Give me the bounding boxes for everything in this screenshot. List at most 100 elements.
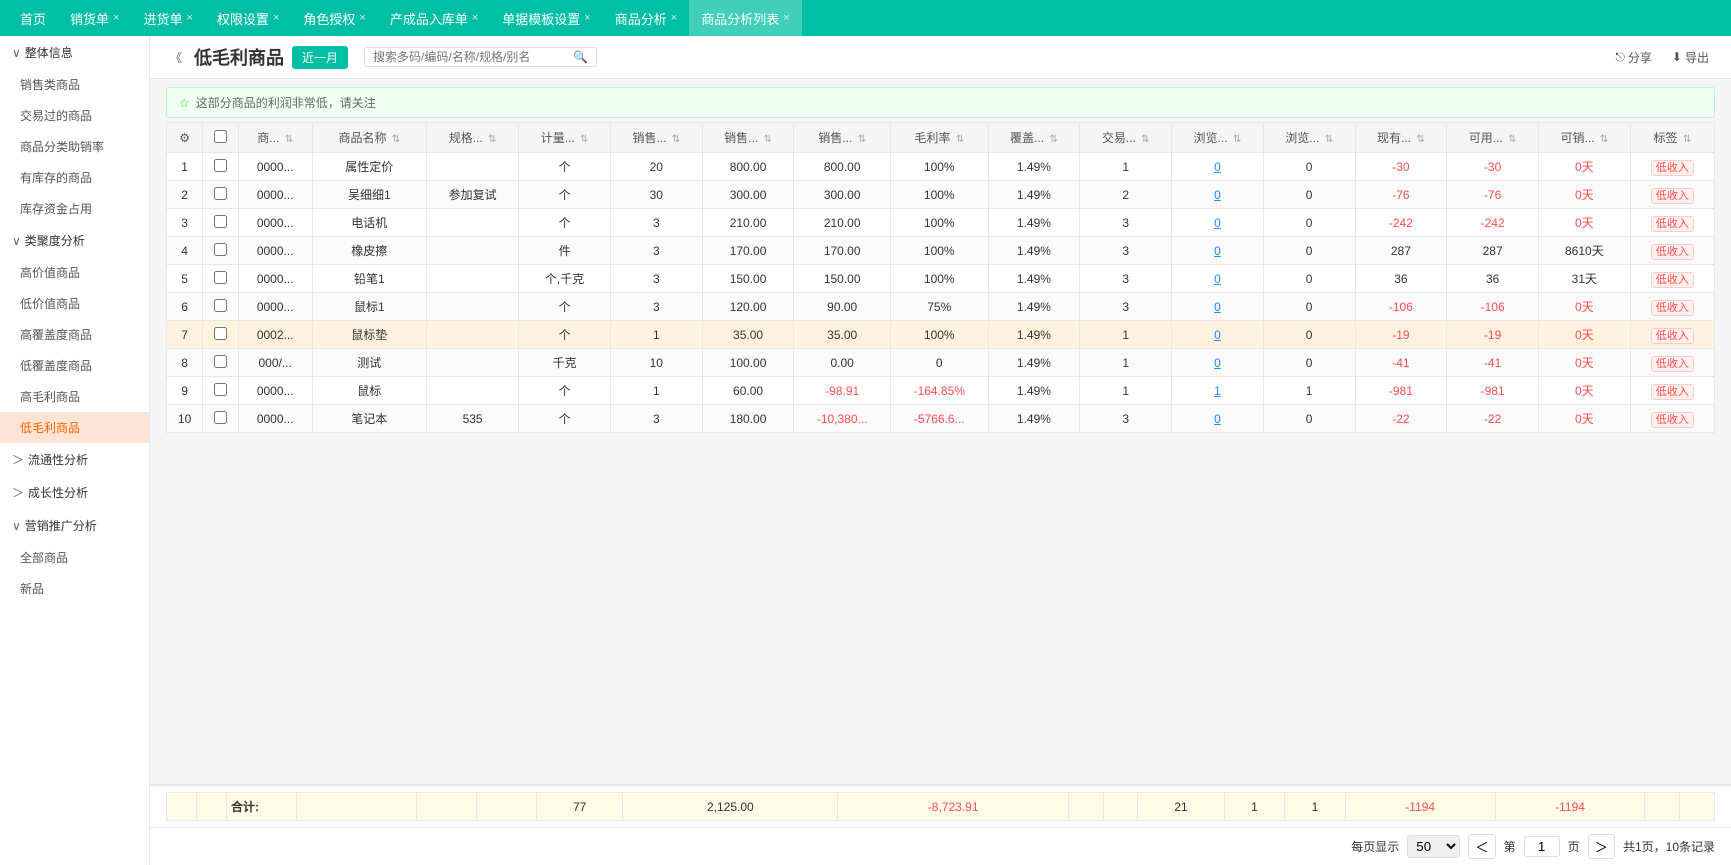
sidebar-item-low-value[interactable]: 低价值商品 [0,288,149,319]
nav-sales-order[interactable]: 销货单 × [58,0,131,36]
nav-template-settings[interactable]: 单据模板设置 × [490,0,602,36]
row-views1[interactable]: 0 [1172,265,1264,293]
search-icon[interactable]: 🔍 [573,50,588,64]
per-page-select[interactable]: 50 100 [1407,835,1460,858]
sidebar-item-low-coverage[interactable]: 低覆盖度商品 [0,350,149,381]
row-select-checkbox[interactable] [214,215,227,228]
col-checkbox-all[interactable] [203,123,239,153]
nav-close-product-analysis[interactable]: × [671,12,677,24]
sidebar-item-new-products[interactable]: 新品 [0,573,149,604]
col-name[interactable]: 商品名称 ⇅ [312,123,426,153]
sidebar-item-traded-products[interactable]: 交易过的商品 [0,100,149,131]
row-views1[interactable]: 0 [1172,153,1264,181]
row-select-checkbox[interactable] [214,355,227,368]
nav-close-template-settings[interactable]: × [584,12,590,24]
row-views1[interactable]: 1 [1172,377,1264,405]
nav-permissions[interactable]: 权限设置 × [205,0,291,36]
row-views1[interactable]: 0 [1172,321,1264,349]
row-select-checkbox[interactable] [214,243,227,256]
filter-recent-month-btn[interactable]: 近一月 [292,46,348,69]
row-checkbox[interactable] [203,321,239,349]
col-spec[interactable]: 规格... ⇅ [427,123,519,153]
sidebar-item-stock-products[interactable]: 有库存的商品 [0,162,149,193]
share-btn[interactable]: ⎋ 分享 [1609,46,1658,69]
sidebar-item-sales-products[interactable]: 销售类商品 [0,69,149,100]
select-all-checkbox[interactable] [214,130,227,143]
sidebar-item-high-margin[interactable]: 高毛利商品 [0,381,149,412]
total-available-stock: -1194 [1495,793,1645,821]
nav-product-analysis[interactable]: 商品分析 × [603,0,689,36]
nav-analysis-list[interactable]: 商品分析列表 × [689,0,801,36]
sidebar-group-growth[interactable]: ＞ 成长性分析 [0,476,149,509]
row-views1[interactable]: 0 [1172,181,1264,209]
row-trade: 1 [1080,377,1172,405]
row-select-checkbox[interactable] [214,383,227,396]
row-checkbox[interactable] [203,153,239,181]
nav-purchase-order[interactable]: 进货单 × [131,0,204,36]
nav-close-role-auth[interactable]: × [359,12,365,24]
row-select-checkbox[interactable] [214,159,227,172]
nav-close-product-inbound[interactable]: × [472,12,478,24]
export-btn[interactable]: ⬇ 导出 [1666,46,1715,69]
col-current-stock[interactable]: 现有... ⇅ [1355,123,1447,153]
col-available-stock[interactable]: 可用... ⇅ [1447,123,1539,153]
sidebar-group-overall[interactable]: ∨ 整体信息 [0,36,149,69]
row-checkbox[interactable] [203,405,239,433]
sidebar-item-stock-funds[interactable]: 库存资金占用 [0,193,149,224]
nav-home[interactable]: 首页 [8,0,58,36]
prev-page-btn[interactable]: ＜ [1468,834,1495,859]
nav-close-purchase-order[interactable]: × [186,12,192,24]
row-views1[interactable]: 0 [1172,293,1264,321]
row-select-checkbox[interactable] [214,299,227,312]
row-select-checkbox[interactable] [214,271,227,284]
search-input[interactable] [373,50,573,64]
row-views1[interactable]: 0 [1172,209,1264,237]
col-sales-profit[interactable]: 销售... ⇅ [794,123,891,153]
row-checkbox[interactable] [203,181,239,209]
row-checkbox[interactable] [203,349,239,377]
row-views1[interactable]: 0 [1172,237,1264,265]
row-checkbox[interactable] [203,293,239,321]
col-views1[interactable]: 浏览... ⇅ [1172,123,1264,153]
nav-close-permissions[interactable]: × [273,12,279,24]
row-select-checkbox[interactable] [214,327,227,340]
nav-product-inbound[interactable]: 产成品入库单 × [378,0,490,36]
col-unit[interactable]: 计量... ⇅ [519,123,611,153]
row-views1[interactable]: 0 [1172,405,1264,433]
col-settings[interactable]: ⚙ [167,123,203,153]
nav-role-auth[interactable]: 角色授权 × [291,0,377,36]
col-sales-qty[interactable]: 销售... ⇅ [610,123,702,153]
total-current-stock: -1194 [1345,793,1495,821]
row-sales-qty: 3 [610,237,702,265]
sidebar-group-liquidity[interactable]: ＞ 流通性分析 [0,443,149,476]
sidebar-item-category-rate[interactable]: 商品分类助销率 [0,131,149,162]
row-checkbox[interactable] [203,265,239,293]
page-number-input[interactable] [1524,836,1560,857]
col-coverage[interactable]: 覆盖... ⇅ [988,123,1080,153]
sidebar-item-all-products[interactable]: 全部商品 [0,542,149,573]
total-empty-spec [417,793,477,821]
sidebar-item-high-value[interactable]: 高价值商品 [0,257,149,288]
col-sales-amount[interactable]: 销售... ⇅ [702,123,794,153]
col-gross-rate[interactable]: 毛利率 ⇅ [890,123,988,153]
sidebar-group-cluster[interactable]: ∨ 类聚度分析 [0,224,149,257]
row-checkbox[interactable] [203,209,239,237]
row-checkbox[interactable] [203,237,239,265]
col-code[interactable]: 商... ⇅ [238,123,312,153]
row-select-checkbox[interactable] [214,187,227,200]
row-checkbox[interactable] [203,377,239,405]
col-sellable-days[interactable]: 可销... ⇅ [1538,123,1630,153]
nav-close-sales-order[interactable]: × [113,12,119,24]
sidebar-item-high-coverage[interactable]: 高覆盖度商品 [0,319,149,350]
sidebar-item-low-margin[interactable]: 低毛利商品 [0,412,149,443]
col-views2[interactable]: 浏览... ⇅ [1263,123,1355,153]
nav-close-analysis-list[interactable]: × [783,12,789,24]
col-trade[interactable]: 交易... ⇅ [1080,123,1172,153]
sidebar-group-marketing[interactable]: ∨ 营销推广分析 [0,509,149,542]
sidebar-collapse-btn[interactable]: 《 [166,45,186,70]
row-select-checkbox[interactable] [214,411,227,424]
next-page-btn[interactable]: ＞ [1588,834,1615,859]
col-tags[interactable]: 标签 ⇅ [1630,123,1714,153]
row-views1[interactable]: 0 [1172,349,1264,377]
table-container[interactable]: ⚙ 商... ⇅ 商品名称 ⇅ 规格... ⇅ 计量... ⇅ 销售... ⇅ … [150,122,1731,784]
